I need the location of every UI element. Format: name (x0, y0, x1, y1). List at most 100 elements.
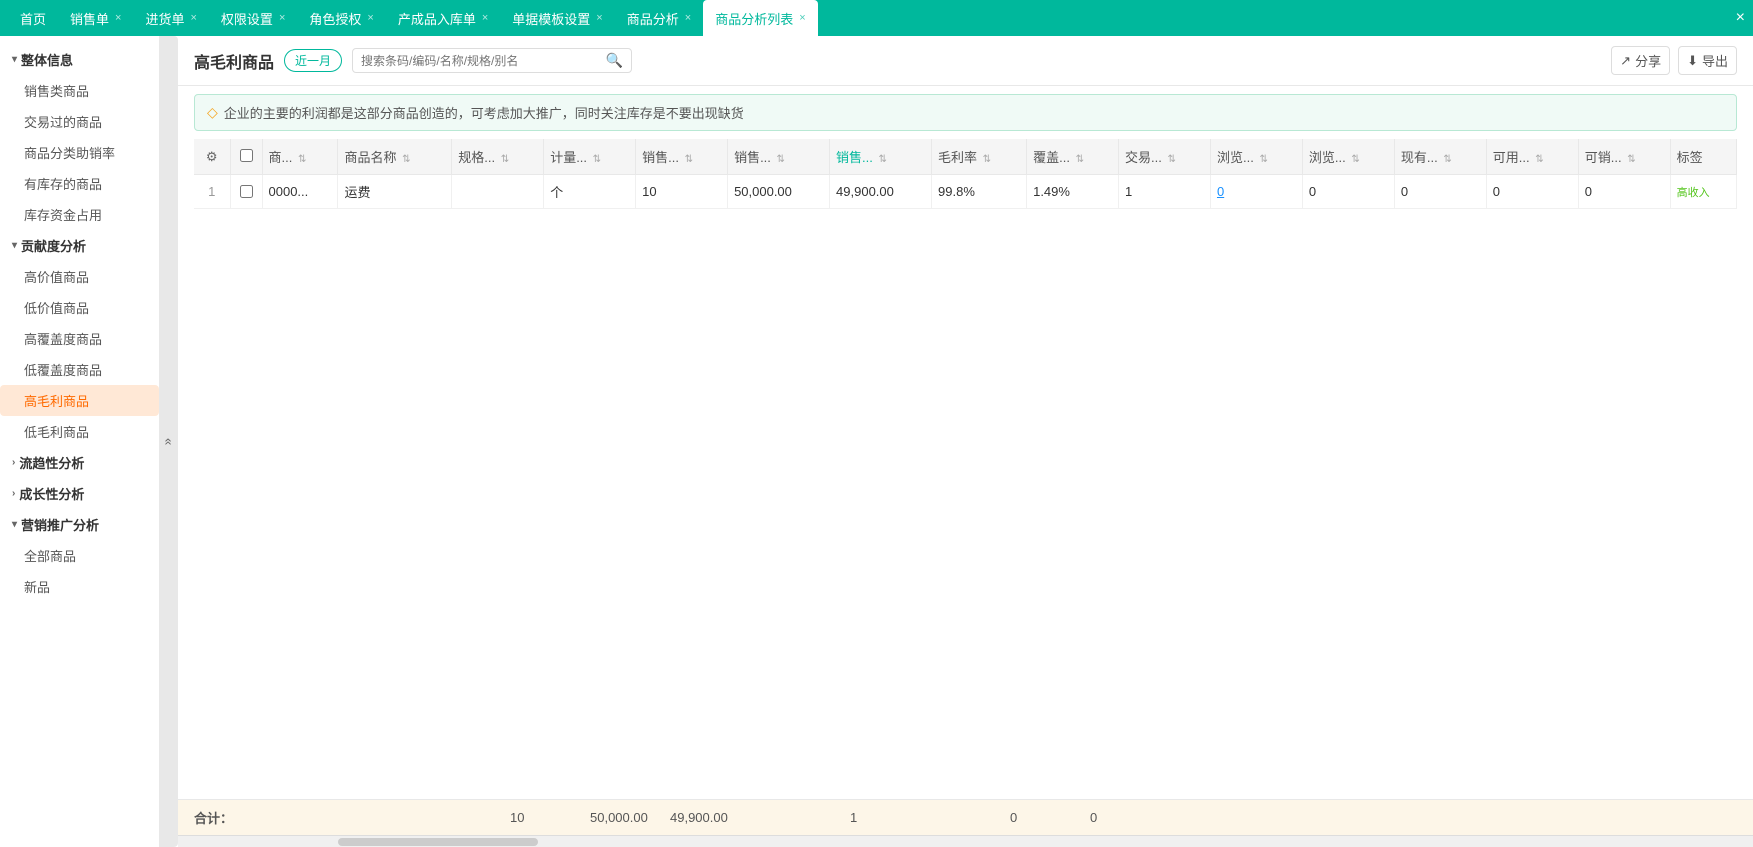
marketing-arrow-icon: ▾ (12, 519, 17, 530)
col-saleable[interactable]: 可销... ⇅ (1578, 139, 1670, 175)
row-views1[interactable]: 0 (1210, 175, 1302, 209)
row-gross-margin: 99.8% (932, 175, 1027, 209)
col-spec[interactable]: 规格... ⇅ (452, 139, 544, 175)
sidebar-collapse-button[interactable]: « (160, 36, 178, 847)
nav-item-sales[interactable]: 销售单 × (58, 0, 133, 36)
sidebar-item-in-stock-goods[interactable]: 有库存的商品 (0, 168, 159, 199)
sidebar-group-marketing[interactable]: ▾ 营销推广分析 (0, 509, 159, 540)
footer-spacer2 (744, 810, 844, 825)
close-template-settings-tab[interactable]: × (596, 12, 602, 24)
sidebar-item-low-coverage[interactable]: 低覆盖度商品 (0, 354, 159, 385)
close-permissions-tab[interactable]: × (279, 12, 285, 24)
footer-totals-bar: 合计： 10 50,000.00 49,900.00 1 0 0 (178, 799, 1753, 835)
sidebar-item-all-goods[interactable]: 全部商品 (0, 540, 159, 571)
nav-item-product-analysis-list[interactable]: 商品分析列表 × (703, 0, 817, 36)
info-icon: ◇ (207, 104, 218, 121)
footer-available-stock: 0 (1084, 810, 1164, 825)
sidebar-item-high-value[interactable]: 高价值商品 (0, 261, 159, 292)
settings-icon[interactable]: ⚙ (206, 149, 218, 164)
col-sales-amount[interactable]: 销售... ⇅ (728, 139, 830, 175)
export-button[interactable]: ⬇ 导出 (1678, 46, 1737, 75)
search-input[interactable] (361, 54, 606, 68)
col-views2[interactable]: 浏览... ⇅ (1302, 139, 1394, 175)
col-tag[interactable]: 标签 (1670, 139, 1736, 175)
sort-icon-current-stock: ⇅ (1443, 154, 1451, 165)
col-current-stock[interactable]: 现有... ⇅ (1394, 139, 1486, 175)
footer-sales-amount: 50,000.00 (584, 810, 664, 825)
scroll-thumb[interactable] (338, 838, 538, 846)
row-select-checkbox[interactable] (240, 185, 253, 198)
info-banner: ◇ 企业的主要的利润都是这部分商品创造的，可考虑加大推广，同时关注库存是不要出现… (194, 94, 1737, 131)
period-filter-button[interactable]: 近一月 (284, 49, 342, 72)
close-sales-tab[interactable]: × (115, 12, 121, 24)
col-coverage[interactable]: 覆盖... ⇅ (1027, 139, 1119, 175)
close-roles-tab[interactable]: × (367, 12, 373, 24)
sidebar-item-category-sales-rate[interactable]: 商品分类助销率 (0, 137, 159, 168)
sidebar-group-growth[interactable]: › 成长性分析 (0, 478, 159, 509)
sidebar-item-stock-capital[interactable]: 库存资金占用 (0, 199, 159, 230)
content-header: 高毛利商品 近一月 🔍 ↗ 分享 ⬇ 导出 (178, 36, 1753, 86)
growth-arrow-icon: › (12, 488, 15, 499)
nav-item-product-storage[interactable]: 产成品入库单 × (386, 0, 500, 36)
close-product-storage-tab[interactable]: × (482, 12, 488, 24)
col-settings[interactable]: ⚙ (194, 139, 230, 175)
row-trade-count: 1 (1119, 175, 1211, 209)
nav-item-purchase[interactable]: 进货单 × (133, 0, 208, 36)
row-spec (452, 175, 544, 209)
col-gross-margin[interactable]: 毛利率 ⇅ (932, 139, 1027, 175)
sidebar-item-traded-goods[interactable]: 交易过的商品 (0, 106, 159, 137)
sort-icon-code: ⇅ (298, 154, 306, 165)
sidebar-item-new-goods[interactable]: 新品 (0, 571, 159, 602)
close-product-analysis-list-tab[interactable]: × (799, 12, 805, 24)
sidebar-group-contribution[interactable]: ▾ 贡献度分析 (0, 230, 159, 261)
nav-item-product-analysis[interactable]: 商品分析 × (615, 0, 703, 36)
contribution-arrow-icon: ▾ (12, 240, 17, 251)
search-icon[interactable]: 🔍 (606, 52, 623, 69)
sort-icon-unit: ⇅ (593, 154, 601, 165)
nav-item-roles[interactable]: 角色授权 × (297, 0, 385, 36)
sidebar-item-high-coverage[interactable]: 高覆盖度商品 (0, 323, 159, 354)
col-name[interactable]: 商品名称 ⇅ (338, 139, 452, 175)
nav-item-home[interactable]: 首页 (8, 0, 58, 36)
sort-icon-sales-profit: ⇅ (879, 154, 887, 165)
col-trade-count[interactable]: 交易... ⇅ (1119, 139, 1211, 175)
col-sales-qty[interactable]: 销售... ⇅ (636, 139, 728, 175)
sort-icon-saleable: ⇅ (1627, 154, 1635, 165)
row-sales-qty: 10 (636, 175, 728, 209)
row-saleable: 0 (1578, 175, 1670, 209)
row-checkbox (230, 175, 262, 209)
sidebar-group-overall[interactable]: ▾ 整体信息 (0, 44, 159, 75)
nav-item-permissions[interactable]: 权限设置 × (209, 0, 297, 36)
trend-arrow-icon: › (12, 457, 15, 468)
close-purchase-tab[interactable]: × (190, 12, 196, 24)
header-actions: ↗ 分享 ⬇ 导出 (1611, 46, 1737, 75)
bottom-scrollbar[interactable] (178, 835, 1753, 847)
table-row: 1 0000... 运费 个 10 50,000.00 49,900.00 (194, 175, 1737, 209)
row-coverage: 1.49% (1027, 175, 1119, 209)
col-unit[interactable]: 计量... ⇅ (544, 139, 636, 175)
sidebar-group-trend[interactable]: › 流趋性分析 (0, 447, 159, 478)
col-sales-profit[interactable]: 销售... ⇅ (830, 139, 932, 175)
row-unit: 个 (544, 175, 636, 209)
window-close-button[interactable]: × (1736, 9, 1745, 27)
sidebar-item-low-value[interactable]: 低价值商品 (0, 292, 159, 323)
col-code[interactable]: 商... ⇅ (262, 139, 338, 175)
sidebar-item-low-margin[interactable]: 低毛利商品 (0, 416, 159, 447)
sidebar-item-sales-goods[interactable]: 销售类商品 (0, 75, 159, 106)
row-views2: 0 (1302, 175, 1394, 209)
footer-trade-count: 1 (844, 810, 924, 825)
sort-icon-sales-qty: ⇅ (685, 154, 693, 165)
close-product-analysis-tab[interactable]: × (685, 12, 691, 24)
select-all-checkbox[interactable] (240, 149, 253, 162)
col-available-stock[interactable]: 可用... ⇅ (1486, 139, 1578, 175)
sidebar-item-high-margin[interactable]: 高毛利商品 (0, 385, 159, 416)
share-button[interactable]: ↗ 分享 (1611, 46, 1670, 75)
overall-arrow-icon: ▾ (12, 54, 17, 65)
footer-sales-qty: 10 (504, 810, 584, 825)
row-code: 0000... (262, 175, 338, 209)
col-views1[interactable]: 浏览... ⇅ (1210, 139, 1302, 175)
sidebar: ▾ 整体信息 销售类商品 交易过的商品 商品分类助销率 有库存的商品 库存资金占… (0, 36, 160, 847)
nav-item-template-settings[interactable]: 单据模板设置 × (500, 0, 614, 36)
sort-icon-trade-count: ⇅ (1168, 154, 1176, 165)
table-container[interactable]: ⚙ 商... ⇅ 商品名称 ⇅ (178, 139, 1753, 799)
